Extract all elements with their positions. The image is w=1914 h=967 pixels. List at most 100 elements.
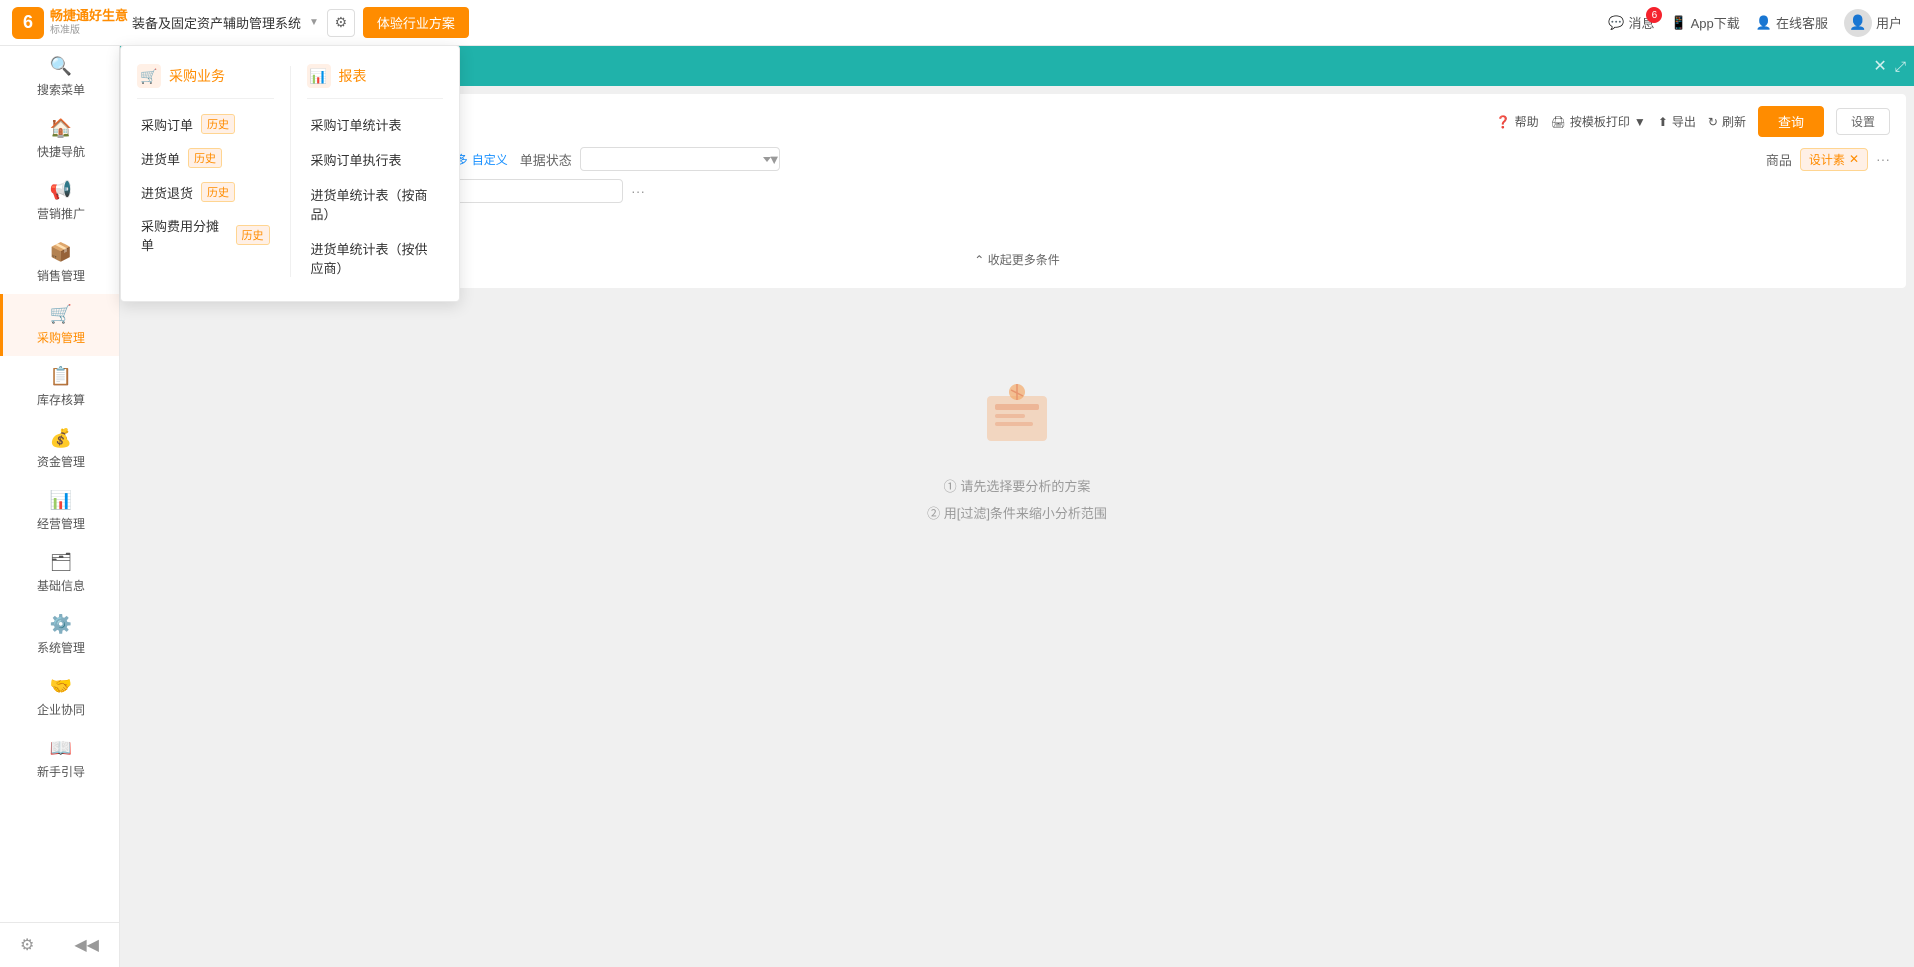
sidebar-item-enterprise[interactable]: 🤝企业协同 [0,666,119,728]
app-download-btn[interactable]: 📱 App下载 [1670,13,1739,32]
purchase-icon: 🛒 [50,304,72,325]
purchase-item-采购订单[interactable]: 采购订单历史 [137,107,274,141]
left-col-items: 采购订单历史进货单历史进货退货历史采购费用分摊单历史 [137,107,274,261]
query-button[interactable]: 查询 [1758,106,1824,137]
purchase-col-title: 采购业务 [169,66,225,86]
sidebar-item-sales[interactable]: 📦销售管理 [0,232,119,294]
settings-icon-btn[interactable]: ⚙ [327,9,355,37]
report-item-进货单统计表按商品[interactable]: 进货单统计表（按商品） [307,177,444,231]
right-col-items: 采购订单统计表采购订单执行表进货单统计表（按商品）进货单统计表（按供应商） [307,107,444,285]
tab-expand-icon[interactable]: ⤢ [1895,58,1906,75]
logo-text: 畅捷通好生意 标准版 [50,8,128,38]
product-tag-remove[interactable]: ✕ [1849,152,1859,166]
history-tag: 历史 [236,225,270,245]
app-download-label: App下载 [1691,13,1740,32]
header-right: 💬 消息 6 📱 App下载 👤 在线客服 👤 用户 [1608,9,1902,37]
salesperson-group: 业务员 ··· [376,179,1890,203]
sidebar-item-search[interactable]: 🔍 搜索菜单 [0,46,119,108]
user-btn[interactable]: 👤 用户 [1844,9,1902,37]
report-col: 📊 报表 采购订单统计表采购订单执行表进货单统计表（按商品）进货单统计表（按供应… [291,58,460,285]
quick_nav-icon: 🏠 [50,118,72,139]
purchase-col-header: 🛒 采购业务 [137,58,274,99]
custom-date-btn[interactable]: 自定义 [472,151,508,168]
history-tag: 历史 [201,182,235,202]
purchase-business-col: 🛒 采购业务 采购订单历史进货单历史进货退货历史采购费用分摊单历史 [121,58,290,285]
purchase-dropdown-menu: 🛒 采购业务 采购订单历史进货单历史进货退货历史采购费用分摊单历史 📊 报表 采… [120,45,460,302]
sidebar-collapse-icon[interactable]: ◀◀ [74,935,99,955]
top-header: 6 畅捷通好生意 标准版 装备及固定资产辅助管理系统 ▼ ⚙ 体验行业方案 💬 … [0,0,1914,46]
guide-icon: 📖 [50,738,72,759]
purchase-item-采购费用分摊单[interactable]: 采购费用分摊单历史 [137,209,274,261]
sidebar-item-quick_nav[interactable]: 🏠 快捷导航 [0,108,119,170]
online-service-btn[interactable]: 👤 在线客服 [1756,13,1828,32]
report-item-采购订单执行表[interactable]: 采购订单执行表 [307,142,444,177]
operations-icon: 📊 [50,490,72,511]
search-icon: 🔍 [50,56,72,77]
empty-hint1: ① 请先选择要分析的方案 [944,476,1091,495]
sidebar-settings-icon[interactable]: ⚙ [20,935,34,955]
guide-label: 新手引导 [37,763,85,780]
capital-icon: 💰 [50,428,72,449]
search-label: 搜索菜单 [37,81,85,98]
sidebar-item-system[interactable]: ⚙️系统管理 [0,604,119,666]
collapse-label: 收起更多条件 [988,253,1060,267]
tab-right-buttons: ✕ ⤢ [1873,56,1906,76]
salesperson-more-dots[interactable]: ··· [631,183,645,199]
empty-hint2-text: 用[过滤]条件来缩小分析范围 [944,506,1107,521]
online-service-label: 在线客服 [1776,13,1828,32]
voucher-status-group: 单据状态 ▼ [520,147,1754,171]
sidebar-item-capital[interactable]: 💰 资金管理 [0,418,119,480]
marketing-label: 营销推广 [37,205,85,222]
sidebar-item-basic_info[interactable]: 🗂基础信息 [0,542,119,604]
empty-hint2: ② 用[过滤]条件来缩小分析范围 [927,503,1107,522]
product-more-dots[interactable]: ··· [1876,151,1890,167]
sidebar-item-marketing[interactable]: 📢营销推广 [0,170,119,232]
quick_nav-label: 快捷导航 [37,143,85,160]
print-icon: 🖨 [1551,115,1566,129]
purchase-item-进货退货[interactable]: 进货退货历史 [137,175,274,209]
enterprise-label: 企业协同 [37,701,85,718]
voucher-status-dropdown-icon: ▼ [768,152,781,167]
report-item-采购订单统计表[interactable]: 采购订单统计表 [307,107,444,142]
system-dropdown-arrow[interactable]: ▼ [309,17,319,28]
item-label: 采购订单 [141,115,193,134]
refresh-icon: ↻ [1708,115,1718,129]
capital-label: 资金管理 [37,453,85,470]
sidebar-item-operations[interactable]: 📊 经营管理 [0,480,119,542]
sidebar-item-inventory[interactable]: 📋库存核算 [0,356,119,418]
user-label: 用户 [1876,13,1902,32]
product-tag: 设计素 ✕ [1800,148,1868,171]
report-col-header: 📊 报表 [307,58,444,99]
sidebar-item-guide[interactable]: 📖 新手引导 [0,728,119,790]
product-tag-text: 设计素 [1809,151,1845,168]
export-label: 导出 [1672,113,1696,130]
history-tag: 历史 [201,114,235,134]
help-icon: ❓ [1496,115,1511,129]
print-template-btn[interactable]: 🖨 按模板打印 ▼ [1551,113,1646,130]
operations-label: 经营管理 [37,515,85,532]
history-tag: 历史 [188,148,222,168]
item-label: 进货退货 [141,183,193,202]
refresh-btn[interactable]: ↻ 刷新 [1708,113,1746,130]
print-dropdown-arrow[interactable]: ▼ [1634,115,1646,129]
settings-button[interactable]: 设置 [1836,108,1890,135]
brand-name: 畅捷通好生意 [50,8,128,25]
sales-icon: 📦 [50,242,72,263]
purchase-item-进货单[interactable]: 进货单历史 [137,141,274,175]
help-btn[interactable]: ❓ 帮助 [1496,113,1539,130]
item-label: 采购费用分摊单 [141,216,228,254]
voucher-status-select[interactable] [580,147,780,171]
refresh-label: 刷新 [1722,113,1746,130]
sidebar-item-purchase[interactable]: 🛒采购管理 [0,294,119,356]
basic_info-label: 基础信息 [37,577,85,594]
service-icon: 👤 [1756,15,1772,31]
report-col-icon: 📊 [307,64,331,88]
empty-state-icon [967,376,1067,456]
export-btn[interactable]: ⬆ 导出 [1658,113,1696,130]
report-item-进货单统计表按供应商[interactable]: 进货单统计表（按供应商） [307,231,444,285]
tab-close-icon[interactable]: ✕ [1873,56,1886,76]
message-btn[interactable]: 💬 消息 6 [1608,13,1654,32]
empty-state: ① 请先选择要分析的方案 ② 用[过滤]条件来缩小分析范围 [128,296,1906,602]
industry-button[interactable]: 体验行业方案 [363,7,469,38]
message-badge: 6 [1646,7,1662,23]
